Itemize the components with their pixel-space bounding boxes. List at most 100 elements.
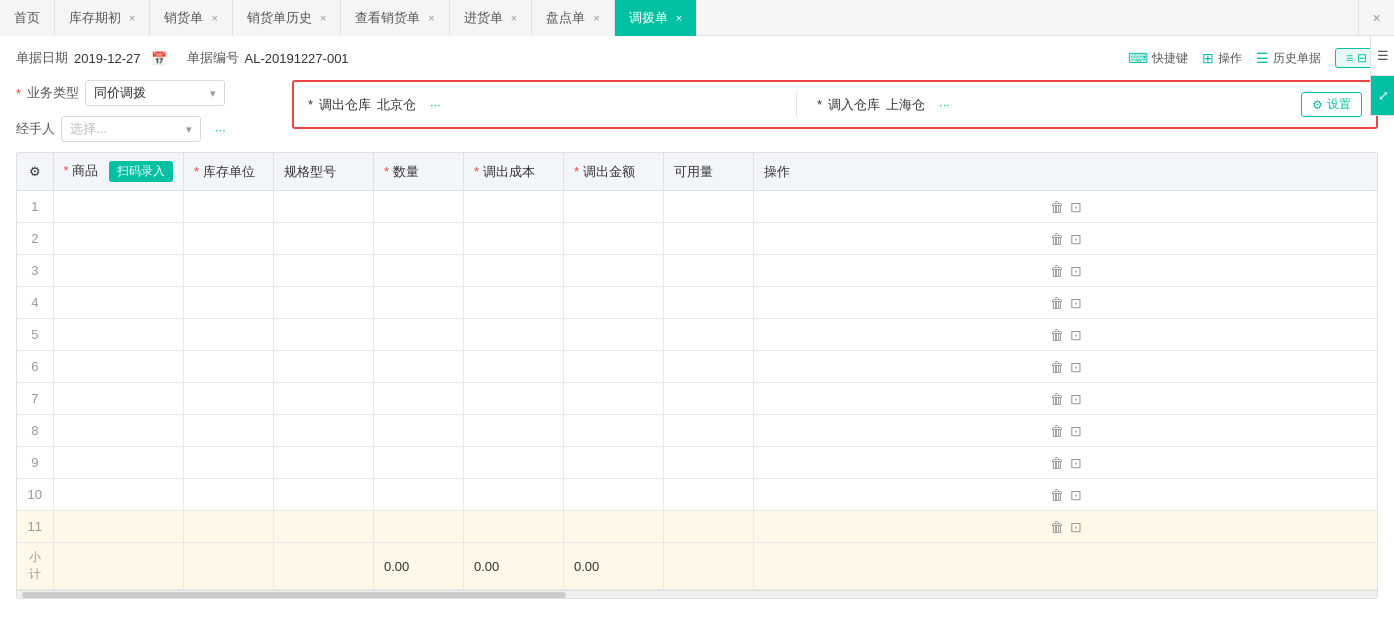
row-6-amount[interactable] <box>564 351 664 383</box>
row-8-product[interactable] <box>53 415 184 447</box>
tab-inventory-init[interactable]: 库存期初 × <box>55 0 150 36</box>
row-5-unit[interactable] <box>184 319 274 351</box>
tab-transfer[interactable]: 调拨单 × <box>615 0 697 36</box>
row-5-spec[interactable] <box>274 319 374 351</box>
tab-transfer-close[interactable]: × <box>676 12 682 24</box>
row-1-spec[interactable] <box>274 191 374 223</box>
copy-icon[interactable]: ⊡ <box>1070 199 1082 215</box>
row-5-amount[interactable] <box>564 319 664 351</box>
gear-icon[interactable]: ⚙ <box>29 164 41 179</box>
tab-view-sales[interactable]: 查看销货单 × <box>341 0 449 36</box>
delete-icon[interactable]: 🗑 <box>1050 199 1064 215</box>
row-8-amount[interactable] <box>564 415 664 447</box>
row-1-qty[interactable] <box>374 191 464 223</box>
row-8-cost[interactable] <box>464 415 564 447</box>
row-11-product[interactable] <box>53 511 184 543</box>
tab-view-sales-close[interactable]: × <box>428 12 434 24</box>
handler-more-button[interactable]: ··· <box>215 122 226 137</box>
row-10-cost[interactable] <box>464 479 564 511</box>
row-4-qty[interactable] <box>374 287 464 319</box>
row-11-spec[interactable] <box>274 511 374 543</box>
copy-icon[interactable]: ⊡ <box>1070 359 1082 375</box>
in-warehouse-more-button[interactable]: ··· <box>939 97 950 112</box>
delete-icon[interactable]: 🗑 <box>1050 391 1064 407</box>
row-7-qty[interactable] <box>374 383 464 415</box>
sidebar-expand-button[interactable]: ⤢ <box>1371 76 1394 116</box>
row-1-unit[interactable] <box>184 191 274 223</box>
row-9-unit[interactable] <box>184 447 274 479</box>
row-5-cost[interactable] <box>464 319 564 351</box>
tab-inventory-init-close[interactable]: × <box>129 12 135 24</box>
row-9-product[interactable] <box>53 447 184 479</box>
biz-type-dropdown[interactable]: 同价调拨 ▾ <box>85 80 225 106</box>
row-3-cost[interactable] <box>464 255 564 287</box>
row-4-spec[interactable] <box>274 287 374 319</box>
operation-button[interactable]: ⊞ 操作 <box>1202 50 1242 67</box>
row-2-qty[interactable] <box>374 223 464 255</box>
row-1-product[interactable] <box>53 191 184 223</box>
row-10-unit[interactable] <box>184 479 274 511</box>
tab-sales-order[interactable]: 销货单 × <box>150 0 232 36</box>
row-2-cost[interactable] <box>464 223 564 255</box>
delete-icon[interactable]: 🗑 <box>1050 327 1064 343</box>
row-8-spec[interactable] <box>274 415 374 447</box>
copy-icon[interactable]: ⊡ <box>1070 455 1082 471</box>
row-6-qty[interactable] <box>374 351 464 383</box>
row-8-unit[interactable] <box>184 415 274 447</box>
row-4-cost[interactable] <box>464 287 564 319</box>
row-7-product[interactable] <box>53 383 184 415</box>
row-9-qty[interactable] <box>374 447 464 479</box>
row-10-amount[interactable] <box>564 479 664 511</box>
tab-stocktake-close[interactable]: × <box>593 12 599 24</box>
handler-dropdown[interactable]: 选择... ▾ <box>61 116 201 142</box>
row-11-cost[interactable] <box>464 511 564 543</box>
tab-sales-history-close[interactable]: × <box>320 12 326 24</box>
row-3-product[interactable] <box>53 255 184 287</box>
shortcut-button[interactable]: ⌨ 快捷键 <box>1128 50 1188 67</box>
delete-icon[interactable]: 🗑 <box>1050 231 1064 247</box>
row-4-product[interactable] <box>53 287 184 319</box>
row-2-amount[interactable] <box>564 223 664 255</box>
copy-icon[interactable]: ⊡ <box>1070 391 1082 407</box>
row-4-amount[interactable] <box>564 287 664 319</box>
row-10-spec[interactable] <box>274 479 374 511</box>
delete-icon[interactable]: 🗑 <box>1050 455 1064 471</box>
row-9-cost[interactable] <box>464 447 564 479</box>
window-close-button[interactable]: × <box>1358 0 1394 36</box>
tab-purchase-order[interactable]: 进货单 × <box>450 0 532 36</box>
delete-icon[interactable]: 🗑 <box>1050 487 1064 503</box>
row-9-amount[interactable] <box>564 447 664 479</box>
copy-icon[interactable]: ⊡ <box>1070 263 1082 279</box>
row-9-spec[interactable] <box>274 447 374 479</box>
row-6-product[interactable] <box>53 351 184 383</box>
delete-icon[interactable]: 🗑 <box>1050 519 1064 535</box>
row-6-spec[interactable] <box>274 351 374 383</box>
row-1-amount[interactable] <box>564 191 664 223</box>
copy-icon[interactable]: ⊡ <box>1070 295 1082 311</box>
row-11-amount[interactable] <box>564 511 664 543</box>
copy-icon[interactable]: ⊡ <box>1070 423 1082 439</box>
copy-icon[interactable]: ⊡ <box>1070 231 1082 247</box>
horizontal-scrollbar[interactable] <box>17 590 1377 598</box>
tab-sales-history[interactable]: 销货单历史 × <box>233 0 341 36</box>
row-7-amount[interactable] <box>564 383 664 415</box>
row-7-unit[interactable] <box>184 383 274 415</box>
sidebar-list-button[interactable]: ☰ <box>1371 36 1394 76</box>
row-10-qty[interactable] <box>374 479 464 511</box>
row-2-product[interactable] <box>53 223 184 255</box>
row-2-spec[interactable] <box>274 223 374 255</box>
tab-home[interactable]: 首页 <box>0 0 55 36</box>
delete-icon[interactable]: 🗑 <box>1050 295 1064 311</box>
history-button[interactable]: ☰ 历史单据 <box>1256 50 1321 67</box>
copy-icon[interactable]: ⊡ <box>1070 327 1082 343</box>
delete-icon[interactable]: 🗑 <box>1050 423 1064 439</box>
scrollbar-thumb[interactable] <box>22 592 566 598</box>
row-1-cost[interactable] <box>464 191 564 223</box>
row-3-amount[interactable] <box>564 255 664 287</box>
tab-sales-order-close[interactable]: × <box>211 12 217 24</box>
calendar-icon[interactable]: 📅 <box>151 51 167 66</box>
copy-icon[interactable]: ⊡ <box>1070 519 1082 535</box>
row-4-unit[interactable] <box>184 287 274 319</box>
row-2-unit[interactable] <box>184 223 274 255</box>
scan-button[interactable]: 扫码录入 <box>109 161 173 182</box>
